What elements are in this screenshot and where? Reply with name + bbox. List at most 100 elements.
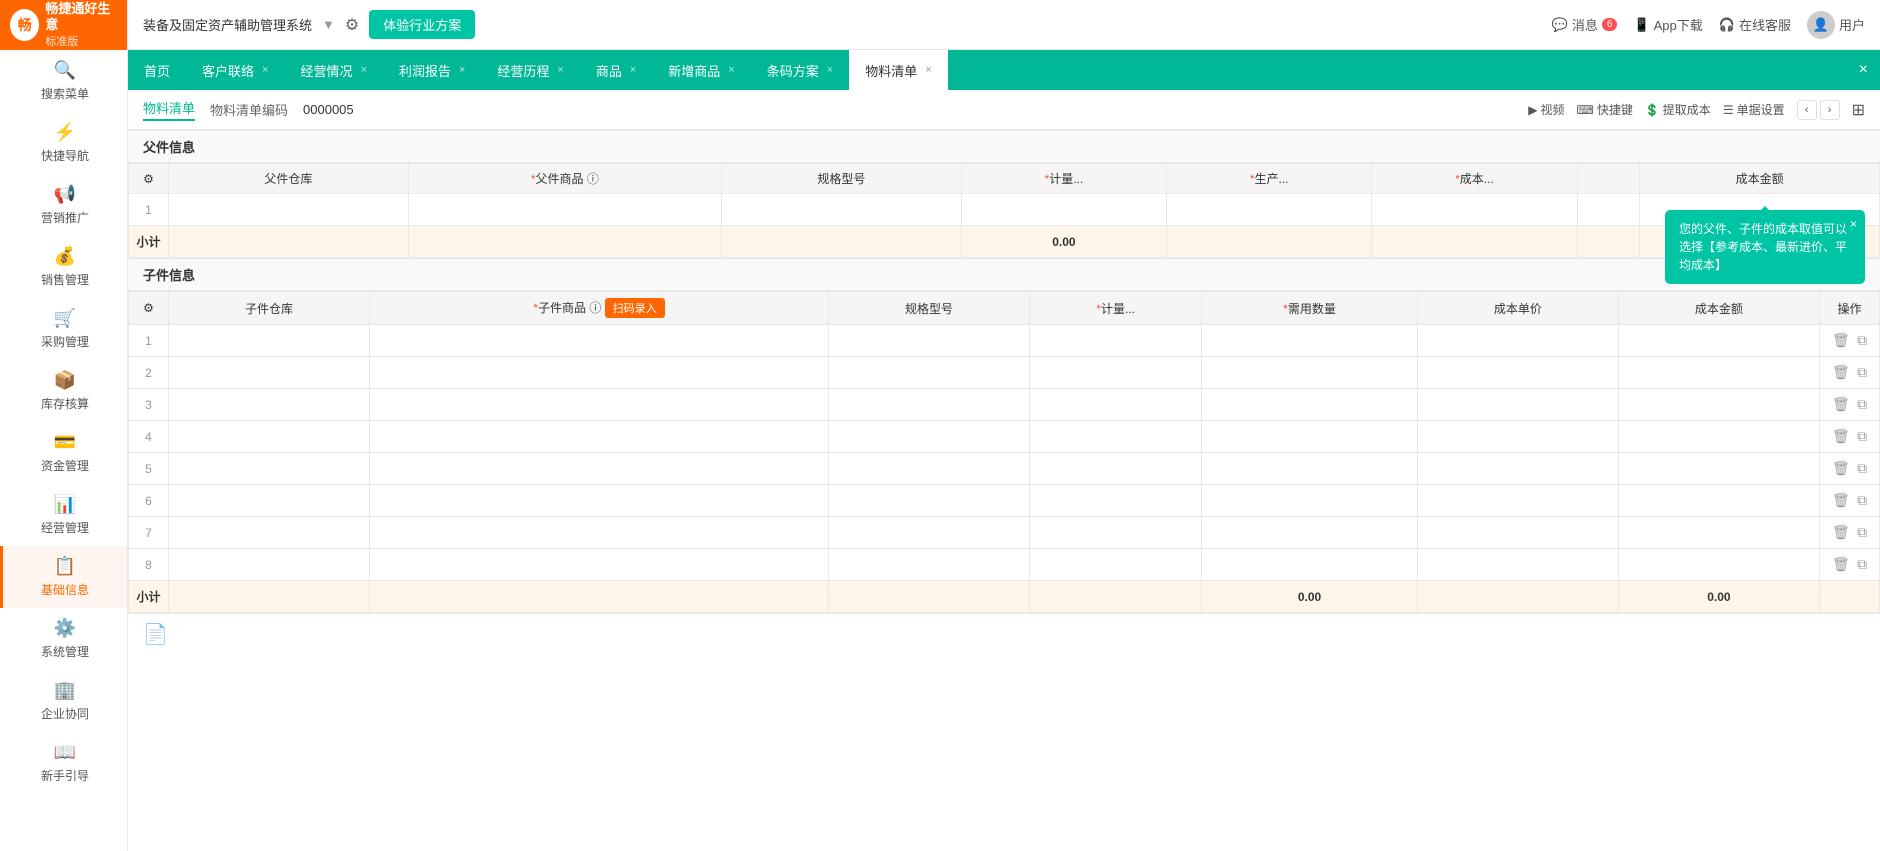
- online-service-btn[interactable]: 🎧 在线客服: [1719, 15, 1791, 34]
- child-cell-qty-5[interactable]: [1202, 453, 1418, 485]
- copy-btn-8[interactable]: ⧉: [1855, 554, 1869, 575]
- parent-cell-spec-1[interactable]: [722, 194, 962, 226]
- child-cell-spec-4[interactable]: [828, 421, 1029, 453]
- child-cell-unit-cost-3[interactable]: [1417, 389, 1618, 421]
- child-cell-unit-cost-8[interactable]: [1417, 549, 1618, 581]
- settings-gear-icon[interactable]: ⚙: [345, 15, 359, 35]
- sidebar-item-sales[interactable]: 💰 销售管理: [0, 236, 127, 298]
- tab-customer[interactable]: 客户联络 ×: [186, 50, 284, 90]
- try-industry-btn[interactable]: 体验行业方案: [369, 10, 475, 39]
- child-cell-goods-8[interactable]: [370, 549, 829, 581]
- child-cell-unit-7[interactable]: [1030, 517, 1202, 549]
- child-cell-warehouse-3[interactable]: [169, 389, 370, 421]
- tab-barcode-close[interactable]: ×: [827, 64, 833, 76]
- child-cell-goods-5[interactable]: [370, 453, 829, 485]
- sidebar-item-quick-nav[interactable]: ⚡ 快捷导航: [0, 112, 127, 174]
- sidebar-item-operations[interactable]: 📊 经营管理: [0, 484, 127, 546]
- child-cell-spec-5[interactable]: [828, 453, 1029, 485]
- child-cell-unit-cost-1[interactable]: [1417, 325, 1618, 357]
- scan-input-btn[interactable]: 扫码录入: [605, 298, 665, 318]
- sidebar-item-system[interactable]: ⚙️ 系统管理: [0, 608, 127, 670]
- child-cell-goods-3[interactable]: [370, 389, 829, 421]
- sidebar-item-enterprise[interactable]: 🏢 企业协同: [0, 670, 127, 732]
- child-cell-qty-4[interactable]: [1202, 421, 1418, 453]
- sidebar-item-finance[interactable]: 💳 资金管理: [0, 422, 127, 484]
- child-cell-warehouse-2[interactable]: [169, 357, 370, 389]
- sidebar-item-inventory[interactable]: 📦 库存核算: [0, 360, 127, 422]
- tab-home[interactable]: 首页: [128, 50, 186, 90]
- child-cell-spec-8[interactable]: [828, 549, 1029, 581]
- child-cell-unit-3[interactable]: [1030, 389, 1202, 421]
- child-cell-unit-6[interactable]: [1030, 485, 1202, 517]
- tab-new-goods[interactable]: 新增商品 ×: [652, 50, 750, 90]
- tab-profit[interactable]: 利润报告 ×: [383, 50, 481, 90]
- delete-btn-2[interactable]: 🗑: [1830, 362, 1852, 383]
- child-cell-qty-8[interactable]: [1202, 549, 1418, 581]
- app-download-btn[interactable]: 📱 App下载: [1633, 15, 1702, 34]
- child-cell-unit-8[interactable]: [1030, 549, 1202, 581]
- child-cell-warehouse-8[interactable]: [169, 549, 370, 581]
- child-cell-goods-4[interactable]: [370, 421, 829, 453]
- parent-cell-prod-1[interactable]: [1167, 194, 1372, 226]
- tab-goods[interactable]: 商品 ×: [580, 50, 652, 90]
- tab-history-close[interactable]: ×: [557, 64, 563, 76]
- tab-new-goods-close[interactable]: ×: [728, 64, 734, 76]
- tab-bom[interactable]: 物料清单 ×: [849, 50, 947, 90]
- child-cell-unit-5[interactable]: [1030, 453, 1202, 485]
- delete-btn-5[interactable]: 🗑: [1830, 458, 1852, 479]
- delete-btn-8[interactable]: 🗑: [1830, 554, 1852, 575]
- sidebar-item-search[interactable]: 🔍 搜索菜单: [0, 50, 127, 112]
- child-col-settings[interactable]: ⚙: [129, 292, 169, 325]
- copy-btn-4[interactable]: ⧉: [1855, 426, 1869, 447]
- child-cell-qty-3[interactable]: [1202, 389, 1418, 421]
- child-cell-spec-3[interactable]: [828, 389, 1029, 421]
- breadcrumb-bom[interactable]: 物料清单: [143, 98, 195, 121]
- copy-btn-6[interactable]: ⧉: [1855, 490, 1869, 511]
- child-cell-unit-cost-6[interactable]: [1417, 485, 1618, 517]
- sidebar-item-marketing[interactable]: 📢 营销推广: [0, 174, 127, 236]
- copy-btn-7[interactable]: ⧉: [1855, 522, 1869, 543]
- tab-profit-close[interactable]: ×: [459, 64, 465, 76]
- user-avatar-btn[interactable]: 👤 用户: [1807, 11, 1865, 39]
- child-cell-goods-7[interactable]: [370, 517, 829, 549]
- child-cell-unit-2[interactable]: [1030, 357, 1202, 389]
- child-cell-spec-7[interactable]: [828, 517, 1029, 549]
- child-cell-qty-7[interactable]: [1202, 517, 1418, 549]
- child-cell-goods-1[interactable]: [370, 325, 829, 357]
- doc-settings-link[interactable]: ☰ 单据设置: [1723, 101, 1785, 118]
- prev-arrow[interactable]: ‹: [1797, 100, 1817, 120]
- child-cell-goods-6[interactable]: [370, 485, 829, 517]
- child-cell-spec-1[interactable]: [828, 325, 1029, 357]
- child-cell-unit-4[interactable]: [1030, 421, 1202, 453]
- sidebar-item-guide[interactable]: 📖 新手引导: [0, 732, 127, 794]
- tab-history[interactable]: 经营历程 ×: [481, 50, 579, 90]
- child-cell-warehouse-6[interactable]: [169, 485, 370, 517]
- child-cell-goods-2[interactable]: [370, 357, 829, 389]
- tab-barcode[interactable]: 条码方案 ×: [751, 50, 849, 90]
- child-cell-qty-1[interactable]: [1202, 325, 1418, 357]
- global-close-btn[interactable]: ×: [1847, 61, 1880, 79]
- tab-operations[interactable]: 经营情况 ×: [284, 50, 382, 90]
- child-cell-unit-cost-5[interactable]: [1417, 453, 1618, 485]
- child-cell-qty-6[interactable]: [1202, 485, 1418, 517]
- parent-col-settings[interactable]: ⚙: [129, 164, 169, 194]
- copy-btn-2[interactable]: ⧉: [1855, 362, 1869, 383]
- delete-btn-7[interactable]: 🗑: [1830, 522, 1852, 543]
- delete-btn-3[interactable]: 🗑: [1830, 394, 1852, 415]
- tab-customer-close[interactable]: ×: [262, 64, 268, 76]
- child-cell-warehouse-1[interactable]: [169, 325, 370, 357]
- tab-goods-close[interactable]: ×: [630, 64, 636, 76]
- child-cell-qty-2[interactable]: [1202, 357, 1418, 389]
- child-cell-unit-cost-7[interactable]: [1417, 517, 1618, 549]
- child-cell-spec-6[interactable]: [828, 485, 1029, 517]
- copy-btn-1[interactable]: ⧉: [1855, 330, 1869, 351]
- copy-btn-5[interactable]: ⧉: [1855, 458, 1869, 479]
- video-link[interactable]: ▶ 视频: [1528, 101, 1564, 118]
- grid-view-icon[interactable]: ⊞: [1852, 100, 1865, 120]
- child-cell-warehouse-7[interactable]: [169, 517, 370, 549]
- message-btn[interactable]: 💬 消息 6: [1552, 15, 1618, 34]
- system-dropdown-arrow[interactable]: ▼: [322, 17, 335, 32]
- sidebar-item-basic-info[interactable]: 📋 基础信息: [0, 546, 127, 608]
- child-cell-warehouse-4[interactable]: [169, 421, 370, 453]
- tab-bom-close[interactable]: ×: [925, 64, 931, 76]
